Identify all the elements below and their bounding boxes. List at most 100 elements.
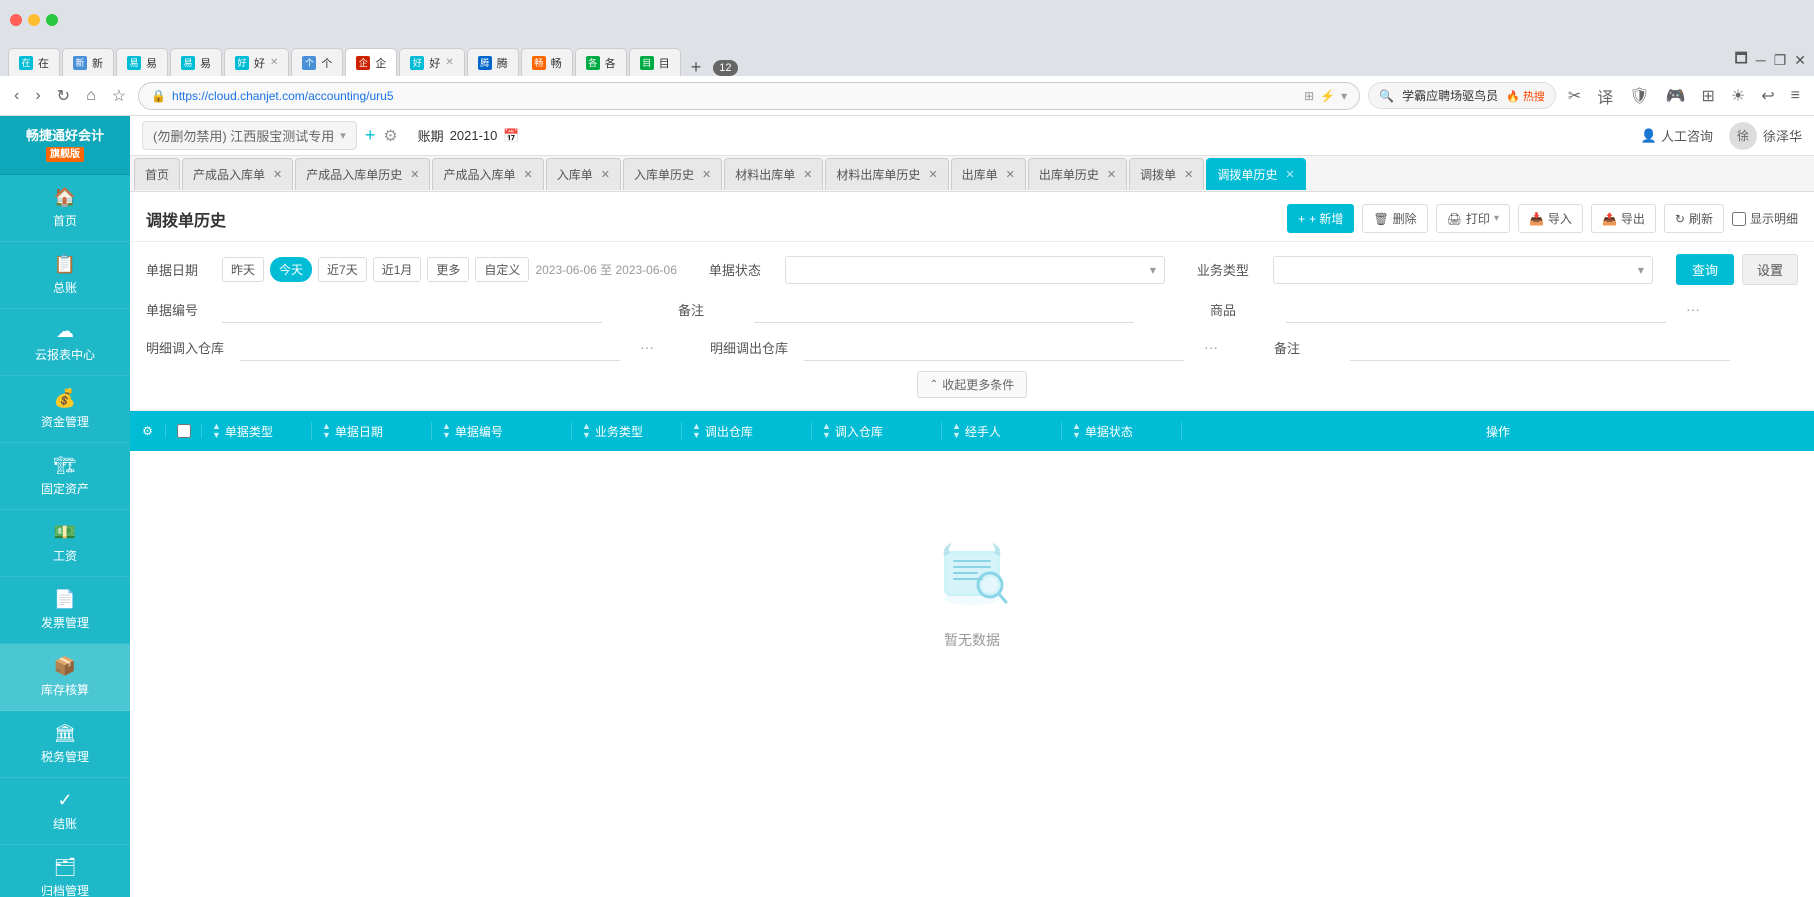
th-num[interactable]: ▲▼ 单据编号 [432, 422, 572, 440]
date-btn-more[interactable]: 更多 [427, 257, 469, 282]
tab-close-icon[interactable]: ✕ [524, 168, 533, 181]
detail-out-wh-dots[interactable]: ··· [1204, 339, 1218, 355]
browser-tab[interactable]: 新 新 [62, 48, 114, 76]
sidebar-item-invoice[interactable]: 📄 发票管理 [0, 577, 130, 644]
remark2-input[interactable] [1350, 333, 1730, 361]
date-btn-today[interactable]: 今天 [270, 257, 312, 282]
sidebar-item-funds[interactable]: 💰 资金管理 [0, 376, 130, 443]
browser-tab[interactable]: 个 个 [291, 48, 343, 76]
tab-close-icon[interactable]: ✕ [928, 168, 937, 181]
biz-type-dropdown[interactable]: ▾ [1273, 256, 1653, 284]
tab-transfer-history[interactable]: 调拨单历史 ✕ [1206, 158, 1305, 190]
browser-tab[interactable]: 目 目 [629, 48, 681, 76]
translate-btn[interactable]: 译 [1593, 80, 1617, 112]
gear-icon[interactable]: ⚙ [142, 424, 153, 438]
th-out-wh[interactable]: ▲▼ 调出仓库 [682, 422, 812, 440]
sidebar-item-assets[interactable]: 🏗 固定资产 [0, 443, 130, 510]
browser-tab[interactable]: 各 各 [575, 48, 627, 76]
export-button[interactable]: 📤 导出 [1591, 204, 1656, 233]
tab-material-out[interactable]: 材料出库单 ✕ [724, 158, 823, 190]
sidebar-item-archive[interactable]: 🗂 归档管理 [0, 845, 130, 897]
date-btn-1month[interactable]: 近1月 [373, 257, 422, 282]
status-dropdown[interactable]: ▾ [785, 256, 1165, 284]
goods-input[interactable] [1286, 295, 1666, 323]
th-date[interactable]: ▲▼ 单据日期 [312, 422, 432, 440]
th-checkbox[interactable] [166, 424, 202, 438]
date-btn-7days[interactable]: 近7天 [318, 257, 367, 282]
setting-button[interactable]: 设置 [1742, 254, 1798, 285]
scissors-btn[interactable]: ✂ [1564, 82, 1585, 110]
browser-tab[interactable]: 在 在 [8, 48, 60, 76]
shield-btn[interactable]: 🛡 [1625, 82, 1653, 110]
grid-btn[interactable]: ⊞ [1698, 82, 1719, 110]
url-bar[interactable]: 🔒 https://cloud.chanjet.com/accounting/u… [138, 82, 1360, 110]
browser-tab[interactable]: 企 企 [345, 48, 397, 76]
refresh-button[interactable]: ↻ 刷新 [1664, 204, 1724, 233]
sidebar-item-closing[interactable]: ✓ 结账 [0, 778, 130, 845]
query-button[interactable]: 查询 [1676, 254, 1734, 285]
tab-product-in-history[interactable]: 产成品入库单历史 ✕ [295, 158, 430, 190]
tab-close-icon[interactable]: ✕ [702, 168, 711, 181]
tab-close-icon[interactable]: ✕ [1285, 168, 1294, 181]
close-window-button[interactable]: ✕ [1794, 52, 1806, 69]
tab-close-icon[interactable]: ✕ [410, 168, 419, 181]
theme-btn[interactable]: ☀ [1727, 82, 1749, 110]
calendar-icon[interactable]: 📅 [503, 128, 519, 144]
browser-tab[interactable]: 易 易 [116, 48, 168, 76]
forward-button[interactable]: › [31, 83, 44, 109]
th-handler[interactable]: ▲▼ 经手人 [942, 422, 1062, 440]
home-button[interactable]: ⌂ [82, 83, 100, 109]
select-all-checkbox[interactable] [177, 424, 191, 438]
tab-out-history[interactable]: 出库单历史 ✕ [1028, 158, 1127, 190]
sidebar-item-payroll[interactable]: 💵 工资 [0, 510, 130, 577]
tab-out-order[interactable]: 出库单 ✕ [951, 158, 1026, 190]
service-btn[interactable]: 👤 人工咨询 [1641, 126, 1713, 145]
remark-input[interactable] [754, 295, 1134, 323]
company-settings-button[interactable]: ⚙ [383, 126, 397, 146]
browser-tab[interactable]: 腾 腾 [467, 48, 519, 76]
tab-close-icon[interactable]: ✕ [1006, 168, 1015, 181]
detail-in-wh-dots[interactable]: ··· [640, 339, 654, 355]
display-toggle[interactable]: 显示明细 [1732, 210, 1798, 227]
browser-tab[interactable]: 畅 畅 [521, 48, 573, 76]
tab-material-out-history[interactable]: 材料出库单历史 ✕ [825, 158, 948, 190]
goods-dots[interactable]: ··· [1686, 301, 1700, 317]
dropdown-icon[interactable]: ▾ [1341, 89, 1347, 103]
bookmark-button[interactable]: ☆ [108, 82, 130, 110]
sidebar-item-inventory[interactable]: 📦 库存核算 [0, 644, 130, 711]
back-button[interactable]: ‹ [10, 83, 23, 109]
delete-button[interactable]: 🗑 删除 [1362, 204, 1427, 233]
undo-btn[interactable]: ↩ [1757, 82, 1778, 110]
th-in-wh[interactable]: ▲▼ 调入仓库 [812, 422, 942, 440]
tab-close-icon[interactable]: ✕ [1184, 168, 1193, 181]
sidebar-item-reports[interactable]: ☁ 云报表中心 [0, 309, 130, 376]
tab-close-icon[interactable]: ✕ [1107, 168, 1116, 181]
new-record-button[interactable]: + + 新增 [1287, 204, 1354, 233]
print-button[interactable]: 🖨 打印 ▾ [1436, 204, 1510, 233]
reload-button[interactable]: ↻ [53, 82, 74, 110]
tab-close-icon[interactable]: ✕ [803, 168, 812, 181]
game-btn[interactable]: 🎮 [1662, 82, 1690, 110]
th-gear[interactable]: ⚙ [130, 424, 166, 438]
date-btn-yesterday[interactable]: 昨天 [222, 257, 264, 282]
sidebar-item-home[interactable]: 🏠 首页 [0, 175, 130, 242]
browser-tab[interactable]: 好 好 ✕ [224, 48, 289, 76]
import-button[interactable]: 📥 导入 [1518, 204, 1583, 233]
collapse-button[interactable]: ⌃ 收起更多条件 [917, 371, 1027, 398]
maximize-button[interactable]: ❐ [1774, 52, 1787, 69]
sidebar-item-tax[interactable]: 🏛 税务管理 [0, 711, 130, 778]
doc-num-input[interactable] [222, 295, 602, 323]
sidebar-item-ledger[interactable]: 📋 总账 [0, 242, 130, 309]
display-checkbox[interactable] [1732, 212, 1746, 226]
tab-transfer[interactable]: 调拨单 ✕ [1129, 158, 1204, 190]
browser-tab[interactable]: 好 好 ✕ [399, 48, 464, 76]
th-status[interactable]: ▲▼ 单据状态 [1062, 422, 1182, 440]
new-tab-button[interactable]: + [683, 58, 710, 76]
tab-product-in[interactable]: 产成品入库单 ✕ [182, 158, 293, 190]
tab-product-in2[interactable]: 产成品入库单 ✕ [432, 158, 543, 190]
date-btn-custom[interactable]: 自定义 [475, 257, 529, 282]
user-info[interactable]: 徐 徐泽华 [1729, 122, 1802, 150]
detail-out-wh-input[interactable] [804, 333, 1184, 361]
th-biz[interactable]: ▲▼ 业务类型 [572, 422, 682, 440]
browser-tab[interactable]: 易 易 [170, 48, 222, 76]
